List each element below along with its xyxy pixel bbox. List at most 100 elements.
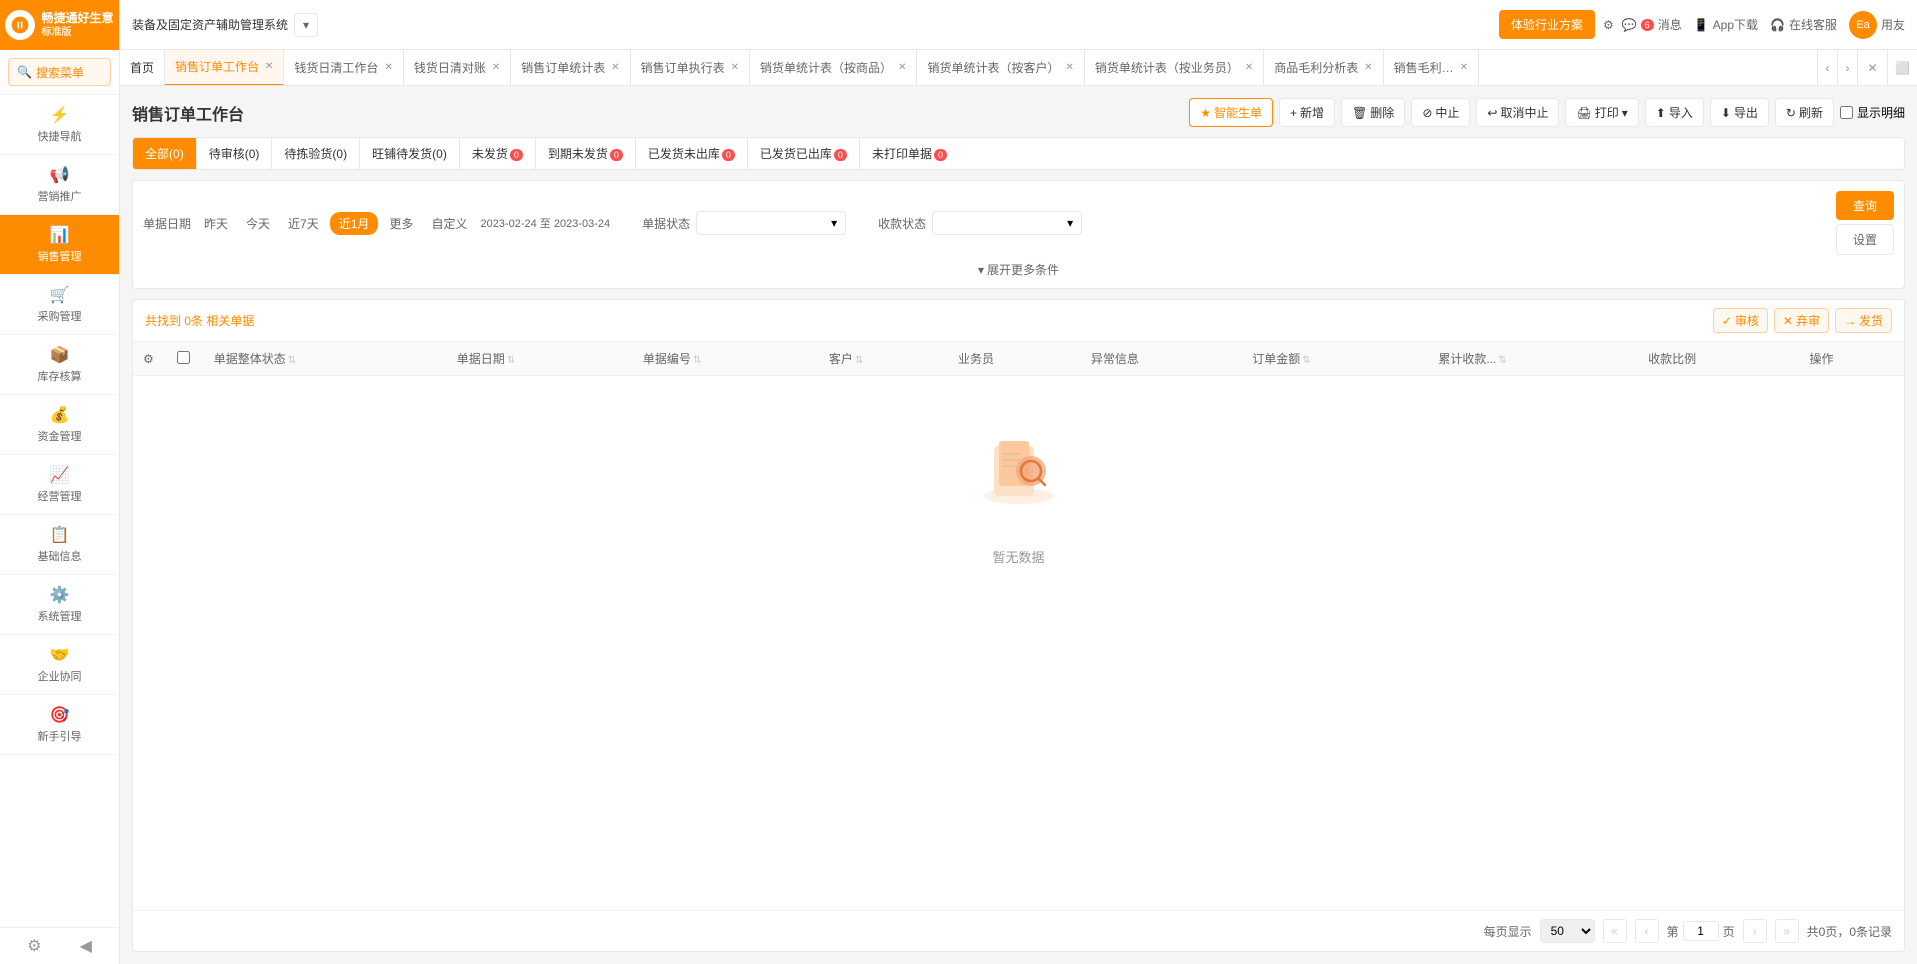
tab-home[interactable]: 首页 <box>120 50 165 86</box>
search-menu-button[interactable]: 🔍 搜索菜单 <box>8 58 111 86</box>
date-more[interactable]: 更多 <box>382 212 420 235</box>
revoke-button[interactable]: ✕ 弃审 <box>1774 308 1829 333</box>
subtab-pending-audit[interactable]: 待审核(0) <box>197 138 273 169</box>
export-button[interactable]: ⬇ 导出 <box>1710 98 1769 127</box>
sort-icon[interactable]: ⇅ <box>507 355 515 366</box>
message-button[interactable]: 💬 6 消息 <box>1622 16 1682 33</box>
delete-button[interactable]: 🗑 删除 <box>1341 98 1405 127</box>
cancel-icon: ↩ <box>1487 106 1497 120</box>
smart-create-button[interactable]: ★ 智能生单 <box>1189 98 1273 127</box>
stop-button[interactable]: ⊘ 中止 <box>1411 98 1470 127</box>
tabs-prev-button[interactable]: ‹ <box>1817 50 1837 86</box>
tab-close-icon[interactable]: ✕ <box>1065 62 1073 73</box>
sidebar-item-system[interactable]: ⚙️ 系统管理 <box>0 575 119 635</box>
sidebar-item-quick[interactable]: ⚡ 快捷导航 <box>0 95 119 155</box>
date-custom[interactable]: 自定义 <box>424 212 474 235</box>
date-7days[interactable]: 近7天 <box>281 212 326 235</box>
settings-icon[interactable]: ⚙ <box>27 936 41 956</box>
sort-icon[interactable]: ⇅ <box>693 355 701 366</box>
tab-daily-clear[interactable]: 钱货日清工作台 ✕ <box>284 50 403 86</box>
online-service-button[interactable]: 🎧 在线客服 <box>1770 16 1837 33</box>
detail-checkbox-input[interactable] <box>1840 106 1853 119</box>
add-button[interactable]: + 新增 <box>1279 98 1335 127</box>
sort-icon[interactable]: ⇅ <box>1302 355 1310 366</box>
first-page-button[interactable]: « <box>1603 919 1627 943</box>
subtab-not-shipped[interactable]: 未发货0 <box>460 138 536 169</box>
audit-button[interactable]: ✓ 审核 <box>1713 308 1768 333</box>
collapse-sidebar-button[interactable]: ◀ <box>80 936 92 956</box>
subtab-pending-check[interactable]: 待拣验货(0) <box>272 138 360 169</box>
select-all-checkbox[interactable] <box>177 351 190 364</box>
gear-settings-button[interactable]: ⚙ <box>1603 18 1614 32</box>
industry-solution-button[interactable]: 体验行业方案 <box>1499 10 1595 39</box>
sidebar-item-marketing[interactable]: 📢 营销推广 <box>0 155 119 215</box>
th-settings[interactable]: ⚙ <box>133 342 164 376</box>
print-button[interactable]: 🖨 打印 ▾ <box>1565 98 1638 127</box>
refresh-button[interactable]: ↻ 刷新 <box>1775 98 1834 127</box>
import-button[interactable]: ⬆ 导入 <box>1645 98 1704 127</box>
tab-gross-margin[interactable]: 商品毛利分析表 ✕ <box>1264 50 1383 86</box>
sort-icon[interactable]: ⇅ <box>1498 355 1506 366</box>
sidebar-item-operation[interactable]: 📈 经营管理 <box>0 455 119 515</box>
tab-sales-gross[interactable]: 销售毛利… ✕ <box>1384 50 1479 86</box>
tab-close-icon[interactable]: ✕ <box>492 62 500 73</box>
payment-select[interactable]: ▾ <box>932 211 1082 235</box>
ship-button[interactable]: → 发货 <box>1835 308 1892 333</box>
tab-order-stats[interactable]: 销售订单统计表 ✕ <box>511 50 630 86</box>
date-yesterday[interactable]: 昨天 <box>197 212 235 235</box>
cooperation-icon: 🤝 <box>50 645 70 665</box>
tab-sales-by-salesperson[interactable]: 销货单统计表（按业务员） ✕ <box>1085 50 1264 86</box>
app-download-button[interactable]: 📱 App下载 <box>1694 16 1758 33</box>
date-today[interactable]: 今天 <box>239 212 277 235</box>
sidebar-item-purchase[interactable]: 🛒 采购管理 <box>0 275 119 335</box>
tab-close-icon[interactable]: ✕ <box>1460 62 1468 73</box>
headset-icon: 🎧 <box>1770 18 1785 32</box>
last-page-button[interactable]: » <box>1775 919 1799 943</box>
cancel-stop-button[interactable]: ↩ 取消中止 <box>1476 98 1559 127</box>
tab-order-exec[interactable]: 销售订单执行表 ✕ <box>631 50 750 86</box>
th-checkbox[interactable] <box>164 342 204 376</box>
user-avatar[interactable]: Ea 用友 <box>1849 11 1905 39</box>
date-1month[interactable]: 近1月 <box>330 212 379 235</box>
expand-filter-button[interactable]: ▾ 展开更多条件 <box>143 261 1894 278</box>
tab-sales-by-customer[interactable]: 销货单统计表（按客户） ✕ <box>917 50 1084 86</box>
tabs-next-button[interactable]: › <box>1837 50 1857 86</box>
subtab-not-printed[interactable]: 未打印单据0 <box>860 138 959 169</box>
filter-settings-button[interactable]: 设置 <box>1836 224 1894 255</box>
tab-close-icon[interactable]: ✕ <box>1364 62 1372 73</box>
tab-close-icon[interactable]: ✕ <box>384 62 392 73</box>
next-page-button[interactable]: › <box>1743 919 1767 943</box>
query-button[interactable]: 查询 <box>1836 191 1894 220</box>
subtab-all[interactable]: 全部(0) <box>133 138 197 169</box>
tab-close-icon[interactable]: ✕ <box>1245 62 1253 73</box>
show-detail-checkbox[interactable]: 显示明细 <box>1840 104 1905 121</box>
subtab-shipped-not-out[interactable]: 已发货未出库0 <box>636 138 748 169</box>
tab-reconciliation[interactable]: 钱货日清对账 ✕ <box>404 50 511 86</box>
tab-close-icon[interactable]: ✕ <box>265 61 273 72</box>
tab-sales-workbench[interactable]: 销售订单工作台 ✕ <box>165 50 284 86</box>
search-icon: 🔍 <box>17 65 32 79</box>
tabs-close-all-button[interactable]: ✕ <box>1857 50 1887 86</box>
sidebar-item-inventory[interactable]: 📦 库存核算 <box>0 335 119 395</box>
sidebar-item-basic[interactable]: 📋 基础信息 <box>0 515 119 575</box>
tab-close-icon[interactable]: ✕ <box>611 62 619 73</box>
page-number-input[interactable] <box>1683 921 1719 941</box>
sidebar-item-sales[interactable]: 📊 销售管理 <box>0 215 119 275</box>
prev-page-button[interactable]: ‹ <box>1635 919 1659 943</box>
tabs-expand-button[interactable]: ⬜ <box>1887 50 1917 86</box>
tab-close-icon[interactable]: ✕ <box>898 62 906 73</box>
subtab-overdue-ship[interactable]: 到期未发货0 <box>536 138 636 169</box>
sort-icon[interactable]: ⇅ <box>855 355 863 366</box>
sidebar-item-cooperation[interactable]: 🤝 企业协同 <box>0 635 119 695</box>
system-dropdown[interactable]: ▾ <box>294 13 318 37</box>
subtab-wangpu-ship[interactable]: 旺铺待发货(0) <box>360 138 460 169</box>
tab-close-icon[interactable]: ✕ <box>731 62 739 73</box>
sidebar-item-finance[interactable]: 💰 资金管理 <box>0 395 119 455</box>
sidebar-item-guide[interactable]: 🎯 新手引导 <box>0 695 119 755</box>
sort-icon[interactable]: ⇅ <box>288 355 296 366</box>
sales-icon: 📊 <box>50 225 70 245</box>
tab-sales-by-product[interactable]: 销货单统计表（按商品） ✕ <box>750 50 917 86</box>
per-page-select[interactable]: 50 10 20 100 <box>1540 919 1595 943</box>
subtab-shipped-out[interactable]: 已发货已出库0 <box>748 138 860 169</box>
status-select[interactable]: ▾ <box>696 211 846 235</box>
